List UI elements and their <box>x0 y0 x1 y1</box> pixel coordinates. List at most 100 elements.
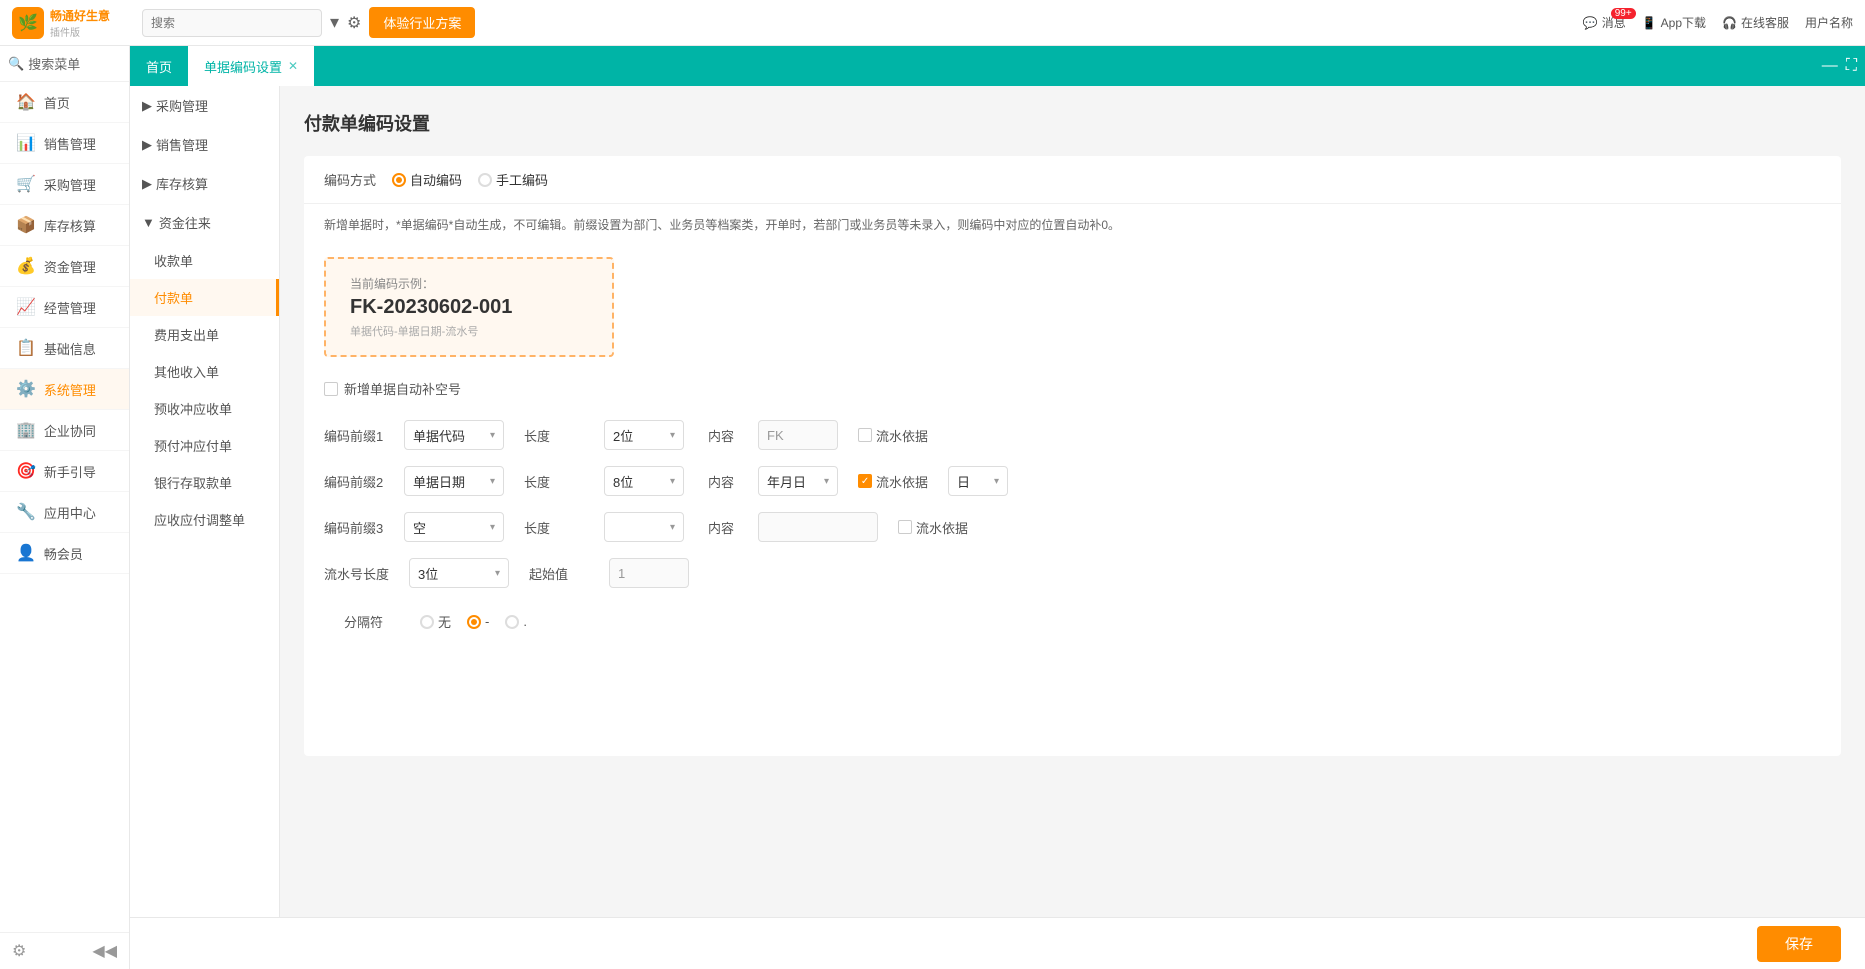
sidebar-item-sales[interactable]: 📊 销售管理 <box>0 123 129 164</box>
sub-group-inventory: ▶ 库存核算 <box>130 164 279 203</box>
prefix2-content-label: 内容 <box>708 472 734 491</box>
prefix3-stream-checkbox[interactable] <box>898 520 912 534</box>
prefix1-row: 编码前缀1 单据代码 ▾ 长度 2位 ▾ 内容 流水依据 <box>324 420 1821 450</box>
page-title: 付款单编码设置 <box>304 110 1841 136</box>
prefix3-stream-label: 流水依据 <box>916 518 968 537</box>
tab-encoding[interactable]: 单据编码设置 ✕ <box>188 46 314 86</box>
sidebar-item-operation[interactable]: 📈 经营管理 <box>0 287 129 328</box>
sep-none-radio[interactable]: 无 <box>420 612 451 631</box>
arrow-right-icon-sales: ▶ <box>142 137 152 153</box>
user-info[interactable]: 用户名称 <box>1805 14 1853 31</box>
home-icon: 🏠 <box>16 92 36 112</box>
prefix2-stream-checkbox[interactable]: ✓ <box>858 474 872 488</box>
gear-icon[interactable]: ⚙ <box>347 13 361 33</box>
sales-icon: 📊 <box>16 133 36 153</box>
nav-minimize-icon[interactable]: — <box>1822 57 1838 75</box>
tab-home[interactable]: 首页 <box>130 46 188 86</box>
prefix3-select[interactable]: 空 ▾ <box>404 512 504 542</box>
sub-item-bank-deposit[interactable]: 银行存取款单 <box>130 464 279 501</box>
topbar-right: 💬 消息 99+ 📱 App下载 🎧 在线客服 用户名称 <box>1583 14 1853 31</box>
main-content: 付款单编码设置 编码方式 自动编码 手工编码 新增单据时，*单据编码*自动生成，… <box>280 86 1865 969</box>
online-service-btn[interactable]: 🎧 在线客服 <box>1722 14 1789 31</box>
prefix3-row: 编码前缀3 空 ▾ 长度 ▾ 内容 流水依据 <box>324 512 1821 542</box>
sub-item-prepay-receipt[interactable]: 预收冲应收单 <box>130 390 279 427</box>
sidebar-bottom: ⚙ ◀◀ <box>0 932 129 969</box>
sidebar-item-system[interactable]: ⚙️ 系统管理 <box>0 369 129 410</box>
sidebar-item-member[interactable]: 👤 畅会员 <box>0 533 129 574</box>
sub-group-purchase: ▶ 采购管理 <box>130 86 279 125</box>
sidebar-search[interactable]: 🔍 搜索菜单 <box>0 46 129 82</box>
basic-icon: 📋 <box>16 338 36 358</box>
encoding-radio-group: 自动编码 手工编码 <box>392 170 548 189</box>
code-preview-desc: 单据代码-单据日期-流水号 <box>350 323 588 339</box>
prefix3-length-select[interactable]: ▾ <box>604 512 684 542</box>
prefix3-length-arrow: ▾ <box>670 522 675 533</box>
prefix1-length-select[interactable]: 2位 ▾ <box>604 420 684 450</box>
sidebar-item-app[interactable]: 🔧 应用中心 <box>0 492 129 533</box>
app-download-btn[interactable]: 📱 App下载 <box>1642 14 1706 31</box>
system-icon: ⚙️ <box>16 379 36 399</box>
prefix2-content-select[interactable]: 年月日 ▾ <box>758 466 838 496</box>
sidebar-item-purchase[interactable]: 🛒 采购管理 <box>0 164 129 205</box>
auto-encoding-radio[interactable]: 自动编码 <box>392 170 462 189</box>
topbar-dropdown[interactable]: ▾ <box>330 12 339 33</box>
prefix2-select[interactable]: 单据日期 ▾ <box>404 466 504 496</box>
search-input[interactable] <box>142 9 322 37</box>
prefix2-length-label: 长度 <box>524 472 584 491</box>
trial-btn[interactable]: 体验行业方案 <box>369 7 475 38</box>
company-icon: 🏢 <box>16 420 36 440</box>
prefix2-unit-arrow: ▾ <box>994 476 999 487</box>
sub-item-receipt[interactable]: 收款单 <box>130 242 279 279</box>
form-section: 编码前缀1 单据代码 ▾ 长度 2位 ▾ 内容 流水依据 编 <box>304 410 1841 649</box>
arrow-right-icon: ▶ <box>142 98 152 114</box>
sub-item-expense[interactable]: 费用支出单 <box>130 316 279 353</box>
save-button[interactable]: 保存 <box>1757 926 1841 962</box>
message-btn[interactable]: 💬 消息 99+ <box>1583 14 1626 31</box>
sidebar-item-inventory[interactable]: 📦 库存核算 <box>0 205 129 246</box>
info-text: 新增单据时，*单据编码*自动生成，不可编辑。前缀设置为部门、业务员等档案类，开单… <box>304 204 1841 247</box>
prefix2-unit-select[interactable]: 日 ▾ <box>948 466 1008 496</box>
sidebar-item-finance[interactable]: 💰 资金管理 <box>0 246 129 287</box>
sidebar-item-company[interactable]: 🏢 企业协同 <box>0 410 129 451</box>
sub-sidebar: ▶ 采购管理 ▶ 销售管理 ▶ 库存核算 ▼ 资金往来 收款单 付款单 费用支出… <box>130 86 280 929</box>
sep-dash-radio[interactable]: - <box>467 614 489 629</box>
prefix1-select[interactable]: 单据代码 ▾ <box>404 420 504 450</box>
settings-bottom-icon[interactable]: ⚙ <box>12 941 26 961</box>
prefix2-length-select[interactable]: 8位 ▾ <box>604 466 684 496</box>
sub-group-title-purchase[interactable]: ▶ 采购管理 <box>130 86 279 125</box>
sub-group-capital: ▼ 资金往来 收款单 付款单 费用支出单 其他收入单 预收冲应收单 预付冲应付单… <box>130 203 279 538</box>
prefix1-length-arrow: ▾ <box>670 430 675 441</box>
manual-encoding-radio[interactable]: 手工编码 <box>478 170 548 189</box>
logo-icon: 🌿 <box>12 7 44 39</box>
finance-icon: 💰 <box>16 256 36 276</box>
serial-length-select[interactable]: 3位 ▾ <box>409 558 509 588</box>
sub-item-prepay-pay[interactable]: 预付冲应付单 <box>130 427 279 464</box>
sidebar-item-home[interactable]: 🏠 首页 <box>0 82 129 123</box>
bottom-bar: 保存 <box>130 917 1865 969</box>
start-value-input[interactable] <box>609 558 689 588</box>
auto-fill-checkbox[interactable] <box>324 382 338 396</box>
sub-group-title-sales[interactable]: ▶ 销售管理 <box>130 125 279 164</box>
message-icon: 💬 <box>1583 16 1598 30</box>
prefix1-content-input[interactable] <box>758 420 838 450</box>
prefix3-content-input[interactable] <box>758 512 878 542</box>
collapse-icon[interactable]: ◀◀ <box>92 941 117 961</box>
sidebar-item-basic[interactable]: 📋 基础信息 <box>0 328 129 369</box>
sub-item-reconcile[interactable]: 应收应付调整单 <box>130 501 279 538</box>
sub-item-payment[interactable]: 付款单 <box>130 279 279 316</box>
sidebar-item-guide[interactable]: 🎯 新手引导 <box>0 451 129 492</box>
prefix1-stream-checkbox[interactable] <box>858 428 872 442</box>
sub-group-title-capital[interactable]: ▼ 资金往来 <box>130 203 279 242</box>
sub-item-income[interactable]: 其他收入单 <box>130 353 279 390</box>
manual-radio-dot <box>478 173 492 187</box>
prefix2-arrow-icon: ▾ <box>490 476 495 487</box>
nav-right-controls: — ⛶ <box>1822 57 1865 75</box>
sub-group-title-inventory[interactable]: ▶ 库存核算 <box>130 164 279 203</box>
tab-close-icon[interactable]: ✕ <box>288 59 298 73</box>
sep-none-radio-dot <box>420 615 434 629</box>
nav-expand-icon[interactable]: ⛶ <box>1846 57 1857 75</box>
sep-dot-radio[interactable]: . <box>505 614 527 629</box>
prefix1-arrow-icon: ▾ <box>490 430 495 441</box>
topbar: 🌿 畅通好生意 插件版 ▾ ⚙ 体验行业方案 💬 消息 99+ 📱 App下载 … <box>0 0 1865 46</box>
content-card: 编码方式 自动编码 手工编码 新增单据时，*单据编码*自动生成，不可编辑。前缀设… <box>304 156 1841 756</box>
